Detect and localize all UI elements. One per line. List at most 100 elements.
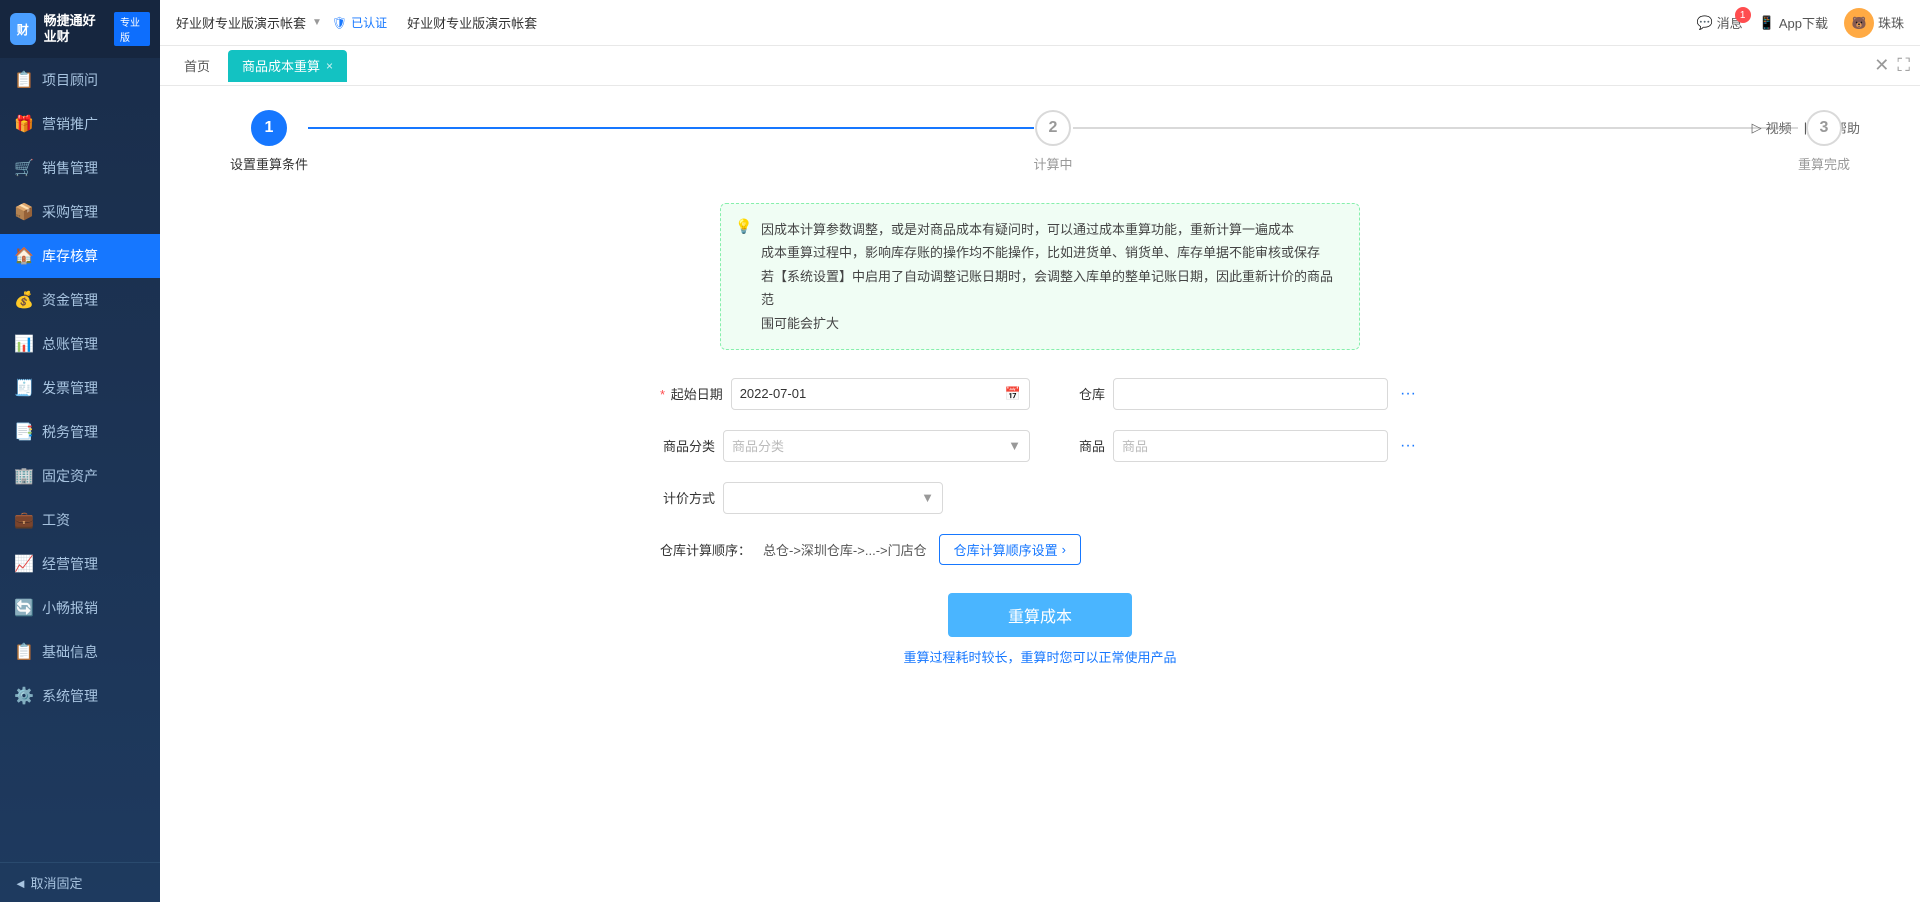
sidebar-item-basic[interactable]: 📋 基础信息 xyxy=(0,630,160,674)
step-2-circle: 2 xyxy=(1035,110,1071,146)
hint-text: 重算过程耗时较长，重算时您可以正常使用产品 xyxy=(660,647,1420,666)
account-selector[interactable]: 好业财专业版演示帐套 ▼ xyxy=(176,13,322,32)
pricing-select[interactable]: ▼ xyxy=(723,482,943,514)
account-name: 好业财专业版演示帐套 xyxy=(176,13,306,32)
sidebar-item-invoice[interactable]: 🧾 发票管理 xyxy=(0,366,160,410)
step-line-2 xyxy=(1073,127,1798,129)
sidebar-item-system[interactable]: ⚙️ 系统管理 xyxy=(0,674,160,718)
unpin-label: ◄ 取消固定 xyxy=(14,873,82,892)
video-help-button[interactable]: ▷ 视频 xyxy=(1752,118,1792,137)
warehouse-input[interactable] xyxy=(1113,378,1388,410)
step-3: 3 重算完成 xyxy=(1798,110,1850,173)
video-label: 视频 xyxy=(1766,118,1792,137)
content-area: 1 设置重算条件 2 计算中 3 重算完成 ▷ 视频 xyxy=(160,86,1920,902)
sidebar-item-label: 税务管理 xyxy=(42,422,98,442)
assets-icon: 🏢 xyxy=(14,466,34,486)
calc-order-settings-button[interactable]: 仓库计算顺序设置 › xyxy=(939,534,1081,565)
step-3-circle: 3 xyxy=(1806,110,1842,146)
system-icon: ⚙️ xyxy=(14,686,34,706)
chevron-right-icon: › xyxy=(1062,542,1066,557)
chevron-down-icon: ▼ xyxy=(1008,438,1021,453)
edition-badge: 专业版 xyxy=(114,12,150,46)
sidebar-item-project[interactable]: 📋 项目顾问 xyxy=(0,58,160,102)
goods-more-button[interactable]: ··· xyxy=(1396,437,1420,455)
user-name: 珠珠 xyxy=(1878,13,1904,32)
step-2-number: 2 xyxy=(1049,119,1058,137)
tab-home[interactable]: 首页 xyxy=(170,50,224,82)
message-button[interactable]: 💬 消息 1 xyxy=(1696,13,1742,32)
sidebar-item-finance[interactable]: 💰 资金管理 xyxy=(0,278,160,322)
sidebar-item-purchase[interactable]: 📦 采购管理 xyxy=(0,190,160,234)
notice-box: 💡 因成本计算参数调整，或是对商品成本有疑问时，可以通过成本重算功能，重新计算一… xyxy=(720,203,1360,350)
payroll-icon: 💼 xyxy=(14,510,34,530)
user-avatar[interactable]: 🐻 珠珠 xyxy=(1844,8,1904,38)
steps-container: 1 设置重算条件 2 计算中 3 重算完成 ▷ 视频 xyxy=(190,110,1890,173)
form-row-2: 商品分类 商品分类 ▼ 商品 商品 ··· xyxy=(660,430,1420,462)
header-actions: 💬 消息 1 📱 App下载 🐻 珠珠 xyxy=(1696,8,1904,38)
sidebar-item-label: 项目顾问 xyxy=(42,70,98,90)
sidebar-item-label: 销售管理 xyxy=(42,158,98,178)
sidebar-item-marketing[interactable]: 🎁 营销推广 xyxy=(0,102,160,146)
tab-bar-actions: ✕ ⛶ xyxy=(1874,55,1910,76)
sidebar-item-label: 经营管理 xyxy=(42,554,98,574)
calc-order-row: 仓库计算顺序： 总仓->深圳仓库->...->门店仓 仓库计算顺序设置 › xyxy=(660,534,1420,565)
home-tab-label: 首页 xyxy=(184,56,210,75)
sidebar: 财 畅捷通好业财 专业版 📋 项目顾问 🎁 营销推广 🛒 销售管理 📦 采购管理… xyxy=(0,0,160,902)
tab-recalc[interactable]: 商品成本重算 × xyxy=(228,50,347,82)
recalc-btn-label: 重算成本 xyxy=(1008,609,1072,626)
top-header: 好业财专业版演示帐套 ▼ 🛡 已认证 好业财专业版演示帐套 💬 消息 1 📱 A… xyxy=(160,0,1920,46)
start-date-group: * 起始日期 2022-07-01 📅 xyxy=(660,378,1030,410)
app-download-button[interactable]: 📱 App下载 xyxy=(1759,13,1828,32)
start-date-input[interactable]: 2022-07-01 📅 xyxy=(731,378,1030,410)
maximize-icon[interactable]: ⛶ xyxy=(1897,55,1910,76)
tab-close-icon[interactable]: × xyxy=(326,59,333,73)
inventory-icon: 🏠 xyxy=(14,246,34,266)
basic-icon: 📋 xyxy=(14,642,34,662)
calendar-icon: 📅 xyxy=(1005,386,1021,402)
sidebar-item-assets[interactable]: 🏢 固定资产 xyxy=(0,454,160,498)
shield-icon: 🛡 xyxy=(332,16,347,30)
step-1-circle: 1 xyxy=(251,110,287,146)
step-1-number: 1 xyxy=(265,119,274,137)
main-area: 好业财专业版演示帐套 ▼ 🛡 已认证 好业财专业版演示帐套 💬 消息 1 📱 A… xyxy=(160,0,1920,902)
sidebar-item-sales[interactable]: 🛒 销售管理 xyxy=(0,146,160,190)
step-line-1 xyxy=(308,127,1033,129)
sidebar-item-payroll[interactable]: 💼 工资 xyxy=(0,498,160,542)
notice-line-1: 因成本计算参数调整，或是对商品成本有疑问时，可以通过成本重算功能，重新计算一遍成… xyxy=(761,218,1341,241)
category-select[interactable]: 商品分类 ▼ xyxy=(723,430,1030,462)
main-btn-container: 重算成本 重算过程耗时较长，重算时您可以正常使用产品 xyxy=(660,593,1420,666)
notice-line-3: 若【系统设置】中启用了自动调整记账日期时，会调整入库单的整单记账日期，因此重新计… xyxy=(761,265,1341,312)
category-placeholder: 商品分类 xyxy=(732,436,784,455)
notice-text: 因成本计算参数调整，或是对商品成本有疑问时，可以通过成本重算功能，重新计算一遍成… xyxy=(739,218,1341,335)
notice-line-2: 成本重算过程中，影响库存账的操作均不能操作，比如进货单、销货单、库存单据不能审核… xyxy=(761,241,1341,264)
required-star: * xyxy=(660,387,665,402)
app-name: 畅捷通好业财 xyxy=(44,13,106,44)
pricing-group: 计价方式 ▼ xyxy=(660,482,1030,514)
start-date-value: 2022-07-01 xyxy=(740,386,807,401)
recalc-button[interactable]: 重算成本 xyxy=(948,593,1132,637)
warehouse-more-button[interactable]: ··· xyxy=(1396,385,1420,403)
calc-order-btn-label: 仓库计算顺序设置 xyxy=(954,540,1058,559)
sidebar-item-label: 营销推广 xyxy=(42,114,98,134)
sidebar-item-expense[interactable]: 🔄 小畅报销 xyxy=(0,586,160,630)
close-window-icon[interactable]: ✕ xyxy=(1874,55,1889,76)
unpin-button[interactable]: ◄ 取消固定 xyxy=(0,862,160,902)
sidebar-item-accounting[interactable]: 📊 总账管理 xyxy=(0,322,160,366)
project-icon: 📋 xyxy=(14,70,34,90)
dropdown-arrow-icon: ▼ xyxy=(312,17,322,28)
sales-icon: 🛒 xyxy=(14,158,34,178)
notice-icon: 💡 xyxy=(735,218,752,235)
logo-icon: 财 xyxy=(10,13,36,45)
finance-icon: 💰 xyxy=(14,290,34,310)
calc-order-value: 总仓->深圳仓库->...->门店仓 xyxy=(763,540,927,559)
calc-order-label: 仓库计算顺序： xyxy=(660,540,751,559)
sidebar-item-label: 基础信息 xyxy=(42,642,98,662)
sidebar-item-inventory[interactable]: 🏠 库存核算 xyxy=(0,234,160,278)
sidebar-item-operations[interactable]: 📈 经营管理 xyxy=(0,542,160,586)
goods-input[interactable]: 商品 xyxy=(1113,430,1388,462)
goods-group: 商品 商品 ··· xyxy=(1050,430,1420,462)
tax-icon: 📑 xyxy=(14,422,34,442)
warehouse-label: 仓库 xyxy=(1050,384,1105,403)
sidebar-item-tax[interactable]: 📑 税务管理 xyxy=(0,410,160,454)
sidebar-item-label: 库存核算 xyxy=(42,246,98,266)
